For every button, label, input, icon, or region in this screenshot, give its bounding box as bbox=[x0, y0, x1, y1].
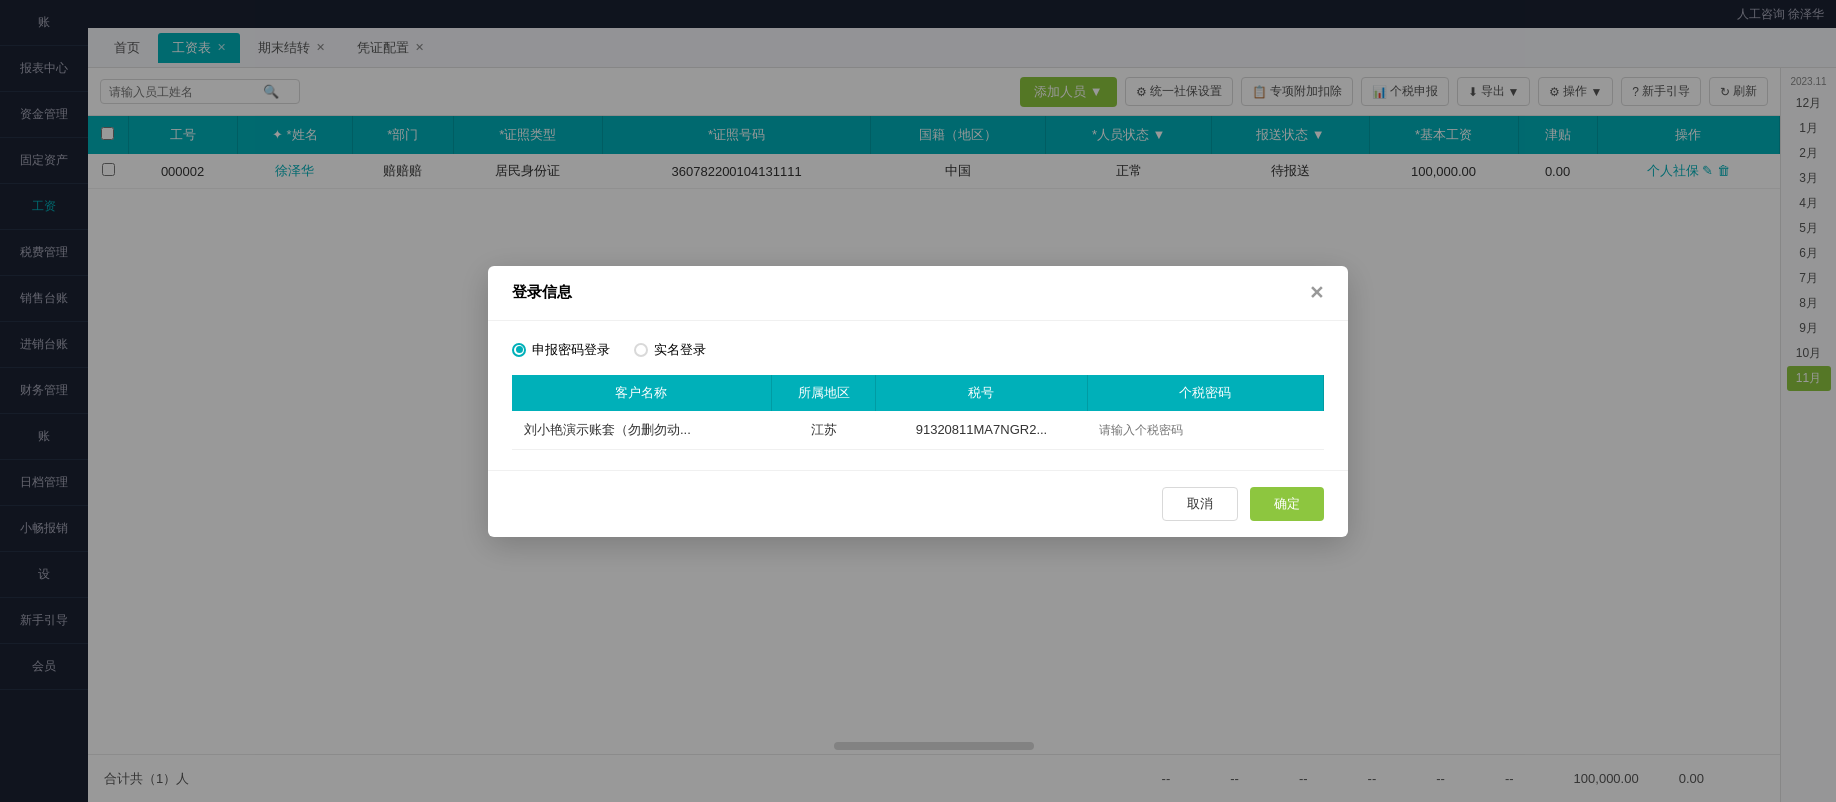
modal-cell-taxno: 91320811MA7NGR2... bbox=[876, 411, 1087, 450]
radio-realname-login[interactable]: 实名登录 bbox=[634, 341, 706, 359]
modal-cell-name: 刘小艳演示账套（勿删勿动... bbox=[512, 411, 771, 450]
modal-col-name: 客户名称 bbox=[512, 375, 771, 411]
modal-footer: 取消 确定 bbox=[488, 470, 1348, 537]
radio-password-label: 申报密码登录 bbox=[532, 341, 610, 359]
modal-col-region: 所属地区 bbox=[771, 375, 876, 411]
radio-password-login[interactable]: 申报密码登录 bbox=[512, 341, 610, 359]
modal-title: 登录信息 bbox=[512, 283, 572, 302]
login-info-table: 客户名称 所属地区 税号 个税密码 刘小艳演示账套（勿删勿动... 江苏 913… bbox=[512, 375, 1324, 450]
modal-close-button[interactable]: ✕ bbox=[1309, 282, 1324, 304]
modal-table-row: 刘小艳演示账套（勿删勿动... 江苏 91320811MA7NGR2... bbox=[512, 411, 1324, 450]
modal-cell-taxpwd[interactable] bbox=[1087, 411, 1323, 450]
radio-realname-label: 实名登录 bbox=[654, 341, 706, 359]
modal-col-taxno: 税号 bbox=[876, 375, 1087, 411]
modal-body: 申报密码登录 实名登录 客户名称 所属地区 税号 个税密码 bbox=[488, 321, 1348, 470]
radio-password-circle bbox=[512, 343, 526, 357]
modal-header: 登录信息 ✕ bbox=[488, 266, 1348, 321]
modal-overlay: 登录信息 ✕ 申报密码登录 实名登录 客户名称 所属 bbox=[0, 0, 1836, 802]
confirm-button[interactable]: 确定 bbox=[1250, 487, 1324, 521]
modal-col-taxpwd: 个税密码 bbox=[1087, 375, 1323, 411]
login-type-radio-group: 申报密码登录 实名登录 bbox=[512, 341, 1324, 359]
cancel-button[interactable]: 取消 bbox=[1162, 487, 1238, 521]
radio-realname-circle bbox=[634, 343, 648, 357]
modal-cell-region: 江苏 bbox=[771, 411, 876, 450]
tax-pwd-input[interactable] bbox=[1099, 423, 1311, 437]
login-info-modal: 登录信息 ✕ 申报密码登录 实名登录 客户名称 所属 bbox=[488, 266, 1348, 537]
